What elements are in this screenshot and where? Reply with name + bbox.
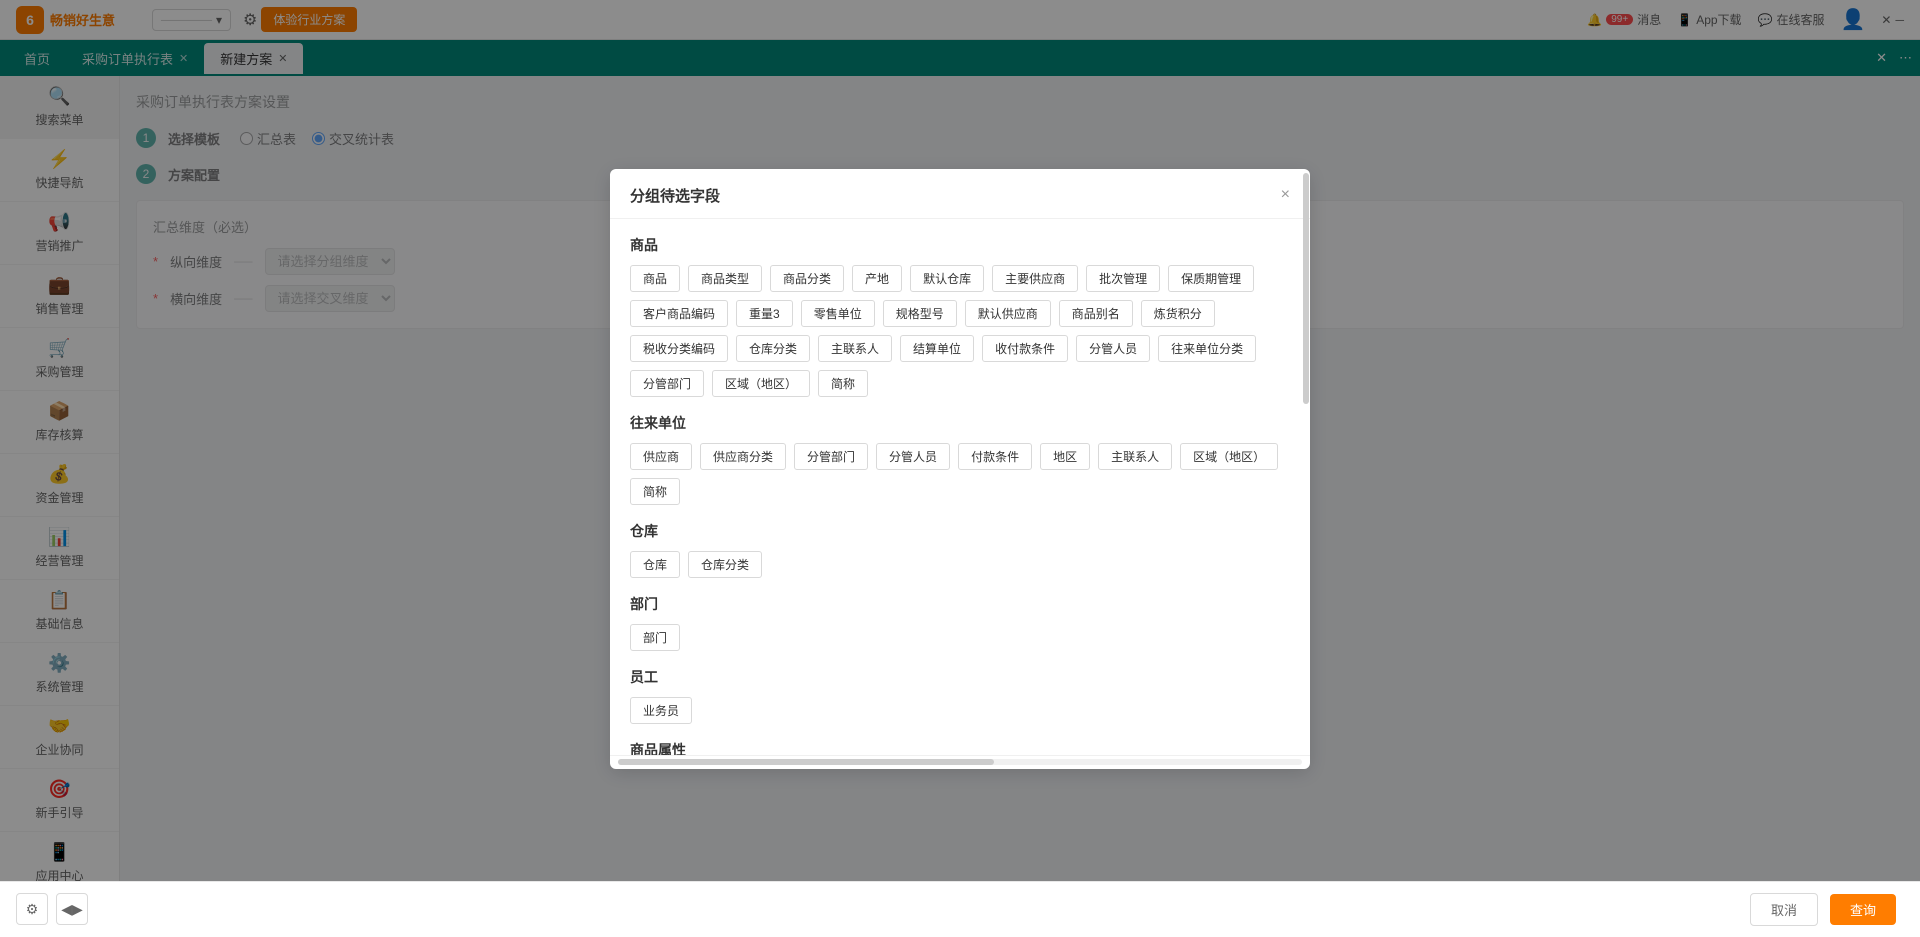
field-tag-goods-type[interactable]: 商品类型: [688, 265, 762, 292]
field-tag-main-contact[interactable]: 主联系人: [818, 335, 892, 362]
section-goods: 商品 商品 商品类型 商品分类 产地 默认仓库 主要供应商 批次管理 保质期管理…: [630, 235, 1290, 397]
field-tag-supplier[interactable]: 供应商: [630, 443, 692, 470]
field-tag-partner-abbr[interactable]: 简称: [630, 478, 680, 505]
section-department-title: 部门: [630, 594, 1290, 614]
section-partner-fields: 供应商 供应商分类 分管部门 分管人员 付款条件 地区 主联系人 区域（地区） …: [630, 443, 1290, 505]
modal-header: 分组待选字段 ×: [610, 169, 1310, 219]
field-tag-retail-unit[interactable]: 零售单位: [801, 300, 875, 327]
field-tag-supplier-category[interactable]: 供应商分类: [700, 443, 786, 470]
field-tag-warehouse[interactable]: 仓库: [630, 551, 680, 578]
section-employee-title: 员工: [630, 667, 1290, 687]
field-tag-weight3[interactable]: 重量3: [736, 300, 793, 327]
field-tag-district[interactable]: 地区: [1040, 443, 1090, 470]
field-tag-goods-category[interactable]: 商品分类: [770, 265, 844, 292]
audio-bottom-btn[interactable]: ◀▶: [56, 893, 88, 925]
audio-bottom-icon: ◀▶: [61, 901, 83, 918]
field-tag-department[interactable]: 部门: [630, 624, 680, 651]
field-tag-batch-mgmt[interactable]: 批次管理: [1086, 265, 1160, 292]
field-tag-main-supplier[interactable]: 主要供应商: [992, 265, 1078, 292]
field-tag-partner-category[interactable]: 往来单位分类: [1158, 335, 1256, 362]
section-department-fields: 部门: [630, 624, 1290, 651]
settings-bottom-icon: ⚙: [26, 901, 39, 918]
field-tag-dept[interactable]: 分管部门: [630, 370, 704, 397]
modal-close-btn[interactable]: ×: [1281, 186, 1290, 204]
field-tag-partner-region[interactable]: 区域（地区）: [1180, 443, 1278, 470]
vscroll-track: [1302, 169, 1310, 755]
field-tag-partner-manager[interactable]: 分管人员: [876, 443, 950, 470]
hscroll-thumb: [618, 759, 994, 765]
field-tag-origin[interactable]: 产地: [852, 265, 902, 292]
field-tag-region[interactable]: 区域（地区）: [712, 370, 810, 397]
modal-hscrollbar[interactable]: [610, 755, 1310, 769]
section-partner-title: 往来单位: [630, 413, 1290, 433]
section-goods-fields: 商品 商品类型 商品分类 产地 默认仓库 主要供应商 批次管理 保质期管理 客户…: [630, 265, 1290, 397]
section-goods-title: 商品: [630, 235, 1290, 255]
modal-body: 商品 商品 商品类型 商品分类 产地 默认仓库 主要供应商 批次管理 保质期管理…: [610, 219, 1310, 755]
field-tag-points[interactable]: 炼货积分: [1141, 300, 1215, 327]
section-employee-fields: 业务员: [630, 697, 1290, 724]
section-department: 部门 部门: [630, 594, 1290, 651]
field-tag-warehouse-cat[interactable]: 仓库分类: [688, 551, 762, 578]
field-tag-goods-alias[interactable]: 商品别名: [1059, 300, 1133, 327]
bottom-left-buttons: ⚙ ◀▶: [16, 893, 88, 925]
field-tag-partner-contact[interactable]: 主联系人: [1098, 443, 1172, 470]
field-tag-partner-dept[interactable]: 分管部门: [794, 443, 868, 470]
hscroll-track: [618, 759, 1302, 765]
field-tag-manager[interactable]: 分管人员: [1076, 335, 1150, 362]
field-tag-payment-terms[interactable]: 收付款条件: [982, 335, 1068, 362]
section-warehouse-fields: 仓库 仓库分类: [630, 551, 1290, 578]
field-tag-settlement-unit[interactable]: 结算单位: [900, 335, 974, 362]
confirm-button[interactable]: 查询: [1830, 894, 1896, 925]
field-tag-warehouse-category[interactable]: 仓库分类: [736, 335, 810, 362]
section-warehouse-title: 仓库: [630, 521, 1290, 541]
section-partner: 往来单位 供应商 供应商分类 分管部门 分管人员 付款条件 地区 主联系人 区域…: [630, 413, 1290, 505]
field-tag-default-supplier[interactable]: 默认供应商: [965, 300, 1051, 327]
cancel-button[interactable]: 取消: [1750, 893, 1818, 926]
field-tag-sales-rep[interactable]: 业务员: [630, 697, 692, 724]
section-goods-attr: 商品属性 属性 颜色 多规格 尺码 鞋码 1: [630, 740, 1290, 755]
section-goods-attr-title: 商品属性: [630, 740, 1290, 755]
field-tag-default-warehouse[interactable]: 默认仓库: [910, 265, 984, 292]
field-tag-abbr[interactable]: 简称: [818, 370, 868, 397]
field-tag-customer-code[interactable]: 客户商品编码: [630, 300, 728, 327]
vscroll-thumb: [1303, 173, 1309, 404]
field-tag-tax-code[interactable]: 税收分类编码: [630, 335, 728, 362]
modal-title: 分组待选字段: [630, 185, 720, 206]
section-warehouse: 仓库 仓库 仓库分类: [630, 521, 1290, 578]
settings-bottom-btn[interactable]: ⚙: [16, 893, 48, 925]
field-tag-pay-terms[interactable]: 付款条件: [958, 443, 1032, 470]
field-tag-spec-model[interactable]: 规格型号: [883, 300, 957, 327]
field-select-modal: 分组待选字段 × 商品 商品 商品类型 商品分类 产地 默认仓库 主要供应商 批…: [610, 169, 1310, 769]
section-employee: 员工 业务员: [630, 667, 1290, 724]
bottom-action-bar: 取消 查询: [0, 881, 1920, 937]
field-tag-expiry-mgmt[interactable]: 保质期管理: [1168, 265, 1254, 292]
field-tag-goods[interactable]: 商品: [630, 265, 680, 292]
